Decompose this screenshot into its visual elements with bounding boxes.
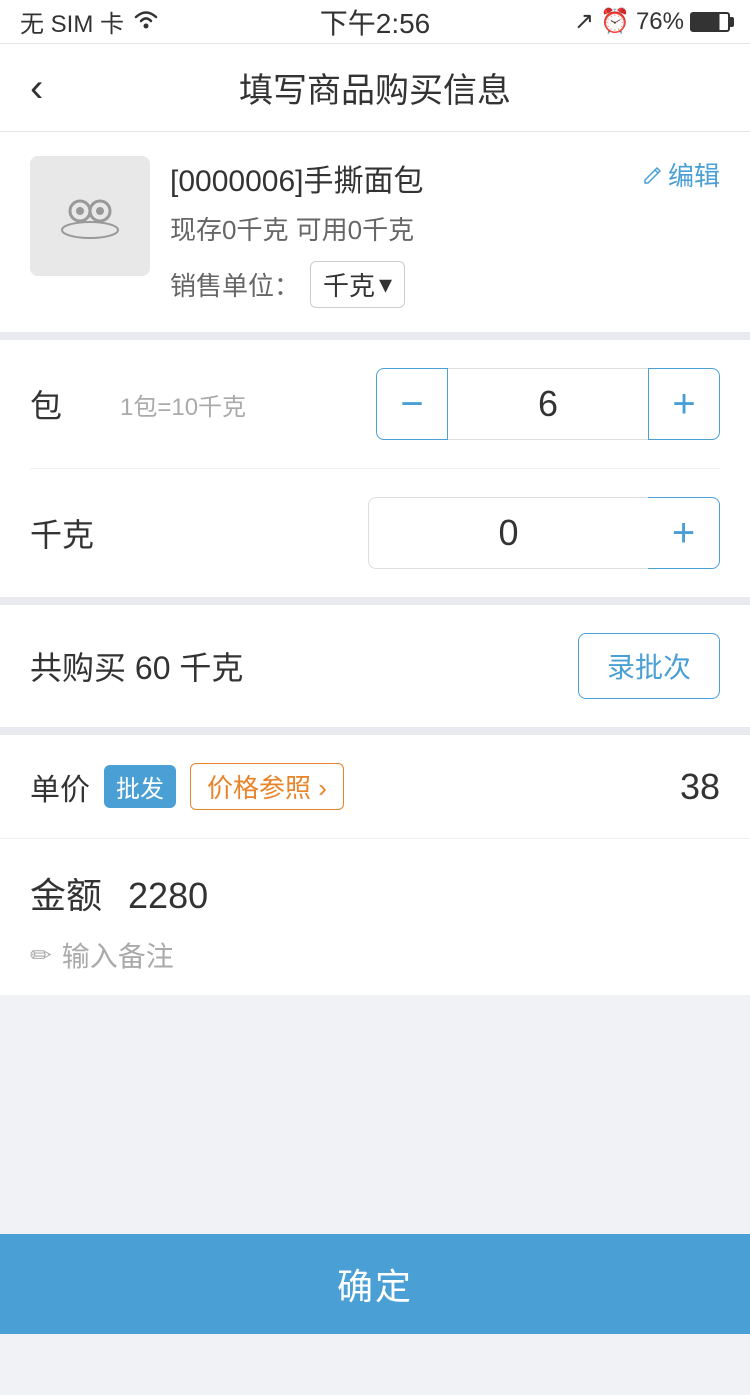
product-image [30,156,150,276]
price-tag: 批发 [104,765,176,808]
confirm-button[interactable]: 确定 [0,1234,750,1334]
battery-percent: 76% [636,8,684,36]
bao-label: 包 [30,381,110,427]
bottom-spacer [0,995,750,1395]
battery-icon [690,12,730,32]
remark-placeholder: 输入备注 [62,935,174,975]
status-time: 下午2:56 [320,2,431,42]
summary-text: 共购买 60 千克 [30,643,243,689]
bao-plus-button[interactable]: + [648,368,720,440]
product-title-row: [0000006]手撕面包 编辑 [170,156,720,200]
bao-controls: − + [376,368,720,440]
product-name: [0000006]手撕面包 [170,156,642,200]
bao-hint: 1包=10千克 [120,387,376,422]
product-unit-row: 销售单位： 千克 ▾ [170,261,720,308]
kg-row: 千克 + [30,469,720,597]
price-value: 38 [680,766,720,808]
alarm-icon: ⏰ [600,7,630,36]
nav-bar: ‹ 填写商品购买信息 [0,44,750,132]
remark-row[interactable]: ✏ 输入备注 [30,935,720,975]
bao-row: 包 1包=10千克 − + [30,340,720,469]
kg-input[interactable] [368,497,648,569]
kg-plus-button[interactable]: + [648,497,720,569]
bao-minus-button[interactable]: − [376,368,448,440]
remark-icon: ✏ [30,940,52,971]
amount-row: 金额 2280 [30,867,720,919]
kg-label: 千克 [30,510,110,556]
product-card: [0000006]手撕面包 编辑 现存0千克 可用0千克 销售单位： 千克 ▾ [0,132,750,340]
quantity-section: 包 1包=10千克 − + 千克 + [0,340,750,605]
amount-label: 金额 [30,875,102,916]
summary-section: 共购买 60 千克 录批次 [0,605,750,735]
price-section: 单价 批发 价格参照 › 38 [0,735,750,839]
price-label: 单价 [30,765,90,809]
price-ref-button[interactable]: 价格参照 › [190,763,344,810]
status-left: 无 SIM 卡 [20,4,160,39]
carrier-label: 无 SIM 卡 [20,4,124,39]
page-title: 填写商品购买信息 [239,63,511,112]
status-right: ↗ ⏰ 76% [574,7,730,36]
price-ref-label: 价格参照 › [207,768,327,805]
unit-label: 销售单位： [170,266,300,303]
location-icon: ↗ [574,7,594,36]
product-info: [0000006]手撕面包 编辑 现存0千克 可用0千克 销售单位： 千克 ▾ [170,156,720,308]
status-bar: 无 SIM 卡 下午2:56 ↗ ⏰ 76% [0,0,750,44]
wifi-icon [132,7,160,36]
kg-controls: + [368,497,720,569]
confirm-label: 确定 [337,1258,413,1310]
product-stock: 现存0千克 可用0千克 [170,210,720,247]
amount-section: 金额 2280 ✏ 输入备注 [0,839,750,995]
amount-value: 2280 [128,875,208,916]
unit-select[interactable]: 千克 ▾ [310,261,405,308]
back-button[interactable]: ‹ [30,68,43,108]
chevron-down-icon: ▾ [379,269,392,300]
edit-button[interactable]: 编辑 [642,156,720,193]
bao-input[interactable] [448,368,648,440]
batch-button[interactable]: 录批次 [578,633,720,699]
